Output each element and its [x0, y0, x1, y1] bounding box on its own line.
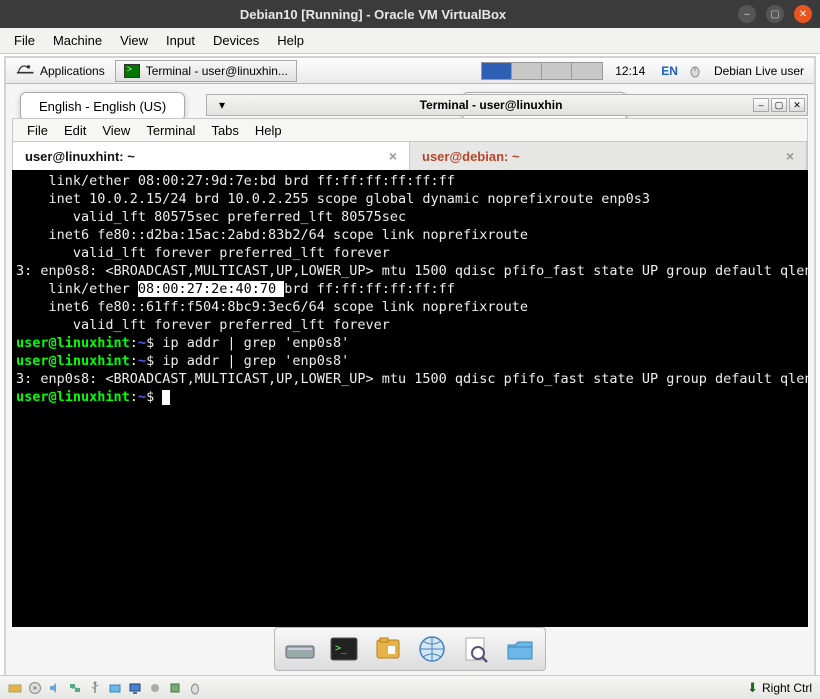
terminal-menubar: File Edit View Terminal Tabs Help [12, 118, 808, 142]
svg-text:>_: >_ [335, 643, 348, 654]
vbox-titlebar: Debian10 [Running] - Oracle VM VirtualBo… [0, 0, 820, 28]
applications-menu-button[interactable]: Applications [10, 61, 111, 81]
recording-icon[interactable] [148, 681, 162, 695]
vbox-menu-input[interactable]: Input [158, 30, 203, 51]
workspace-3[interactable] [542, 63, 572, 79]
terminal-output[interactable]: link/ether 08:00:27:9d:7e:bd brd ff:ff:f… [12, 170, 808, 627]
cursor [162, 390, 170, 405]
vbox-window-controls: – ▢ ✕ [738, 5, 812, 23]
terminal-close-button[interactable]: ✕ [789, 98, 805, 112]
vbox-menu-file[interactable]: File [6, 30, 43, 51]
workspace-4[interactable] [572, 63, 602, 79]
selected-text[interactable]: 08:00:27:2e:40:70 [138, 281, 284, 297]
terminal-tab-1[interactable]: user@linuxhint: ~ × [13, 142, 410, 170]
cpu-icon[interactable] [168, 681, 182, 695]
vbox-statusbar: ⬇ Right Ctrl [0, 675, 820, 699]
dock-file-manager[interactable] [371, 632, 405, 666]
taskbar-terminal-button[interactable]: Terminal - user@linuxhin... [115, 60, 297, 82]
vbox-status-icons [8, 681, 202, 695]
terminal-minimize-button[interactable]: – [753, 98, 769, 112]
arrow-down-icon: ⬇ [747, 680, 758, 696]
close-icon[interactable]: × [786, 148, 794, 164]
taskbar-label: Terminal - user@linuxhin... [146, 64, 288, 78]
dock-home-folder[interactable] [503, 632, 537, 666]
workspace-2[interactable] [512, 63, 542, 79]
vbox-window-title: Debian10 [Running] - Oracle VM VirtualBo… [8, 7, 738, 22]
shared-folders-icon[interactable] [108, 681, 122, 695]
terminal-maximize-button[interactable]: ▢ [771, 98, 787, 112]
terminal-tabbar: user@linuxhint: ~ × user@debian: ~ × [12, 142, 808, 170]
term-menu-edit[interactable]: Edit [56, 121, 94, 140]
vbox-menubar: File Machine View Input Devices Help [0, 28, 820, 54]
optical-disk-icon[interactable] [28, 681, 42, 695]
panel-right: 12:14 EN Debian Live user [481, 62, 810, 80]
dock-terminal[interactable]: >_ [327, 632, 361, 666]
dock-find[interactable] [459, 632, 493, 666]
guest-screen: Applications Terminal - user@linuxhin...… [4, 56, 816, 677]
terminal-tab-2[interactable]: user@debian: ~ × [410, 142, 807, 170]
audio-icon[interactable] [48, 681, 62, 695]
term-menu-help[interactable]: Help [247, 121, 290, 140]
terminal-icon [124, 64, 140, 78]
close-icon[interactable]: × [389, 148, 397, 164]
user-label[interactable]: Debian Live user [708, 64, 810, 78]
dock-show-desktop[interactable] [283, 632, 317, 666]
workspace-switcher[interactable] [481, 62, 603, 80]
terminal-window-titlebar: ▾ Terminal - user@linuxhin – ▢ ✕ [206, 94, 808, 116]
term-menu-tabs[interactable]: Tabs [203, 121, 246, 140]
mouse-icon [688, 64, 702, 78]
vbox-menu-devices[interactable]: Devices [205, 30, 267, 51]
host-key-indicator[interactable]: ⬇ Right Ctrl [747, 680, 812, 696]
applications-label: Applications [40, 64, 105, 78]
app-menu-icon[interactable]: ▾ [215, 98, 229, 112]
terminal-window-title: Terminal - user@linuxhin [229, 98, 753, 112]
close-button[interactable]: ✕ [794, 5, 812, 23]
vbox-menu-view[interactable]: View [112, 30, 156, 51]
dock-web-browser[interactable] [415, 632, 449, 666]
terminal-tab-2-label: user@debian: ~ [422, 149, 520, 164]
vbox-menu-machine[interactable]: Machine [45, 30, 110, 51]
maximize-button[interactable]: ▢ [766, 5, 784, 23]
terminal-tab-1-label: user@linuxhint: ~ [25, 149, 135, 164]
workspace-1[interactable] [482, 63, 512, 79]
host-key-label: Right Ctrl [762, 681, 812, 695]
hard-disk-icon[interactable] [8, 681, 22, 695]
ime-popup-left[interactable]: English - English (US) [20, 92, 185, 121]
minimize-button[interactable]: – [738, 5, 756, 23]
keyboard-language-indicator[interactable]: EN [657, 64, 682, 78]
mouse-integration-icon[interactable] [188, 681, 202, 695]
vbox-menu-help[interactable]: Help [269, 30, 312, 51]
panel-clock[interactable]: 12:14 [609, 64, 651, 78]
applications-icon [16, 63, 36, 79]
term-menu-file[interactable]: File [19, 121, 56, 140]
xfce-top-panel: Applications Terminal - user@linuxhin...… [6, 58, 814, 84]
term-menu-terminal[interactable]: Terminal [138, 121, 203, 140]
term-menu-view[interactable]: View [94, 121, 138, 140]
usb-icon[interactable] [88, 681, 102, 695]
display-icon[interactable] [128, 681, 142, 695]
xfce-dock: >_ [274, 627, 546, 671]
network-icon[interactable] [68, 681, 82, 695]
